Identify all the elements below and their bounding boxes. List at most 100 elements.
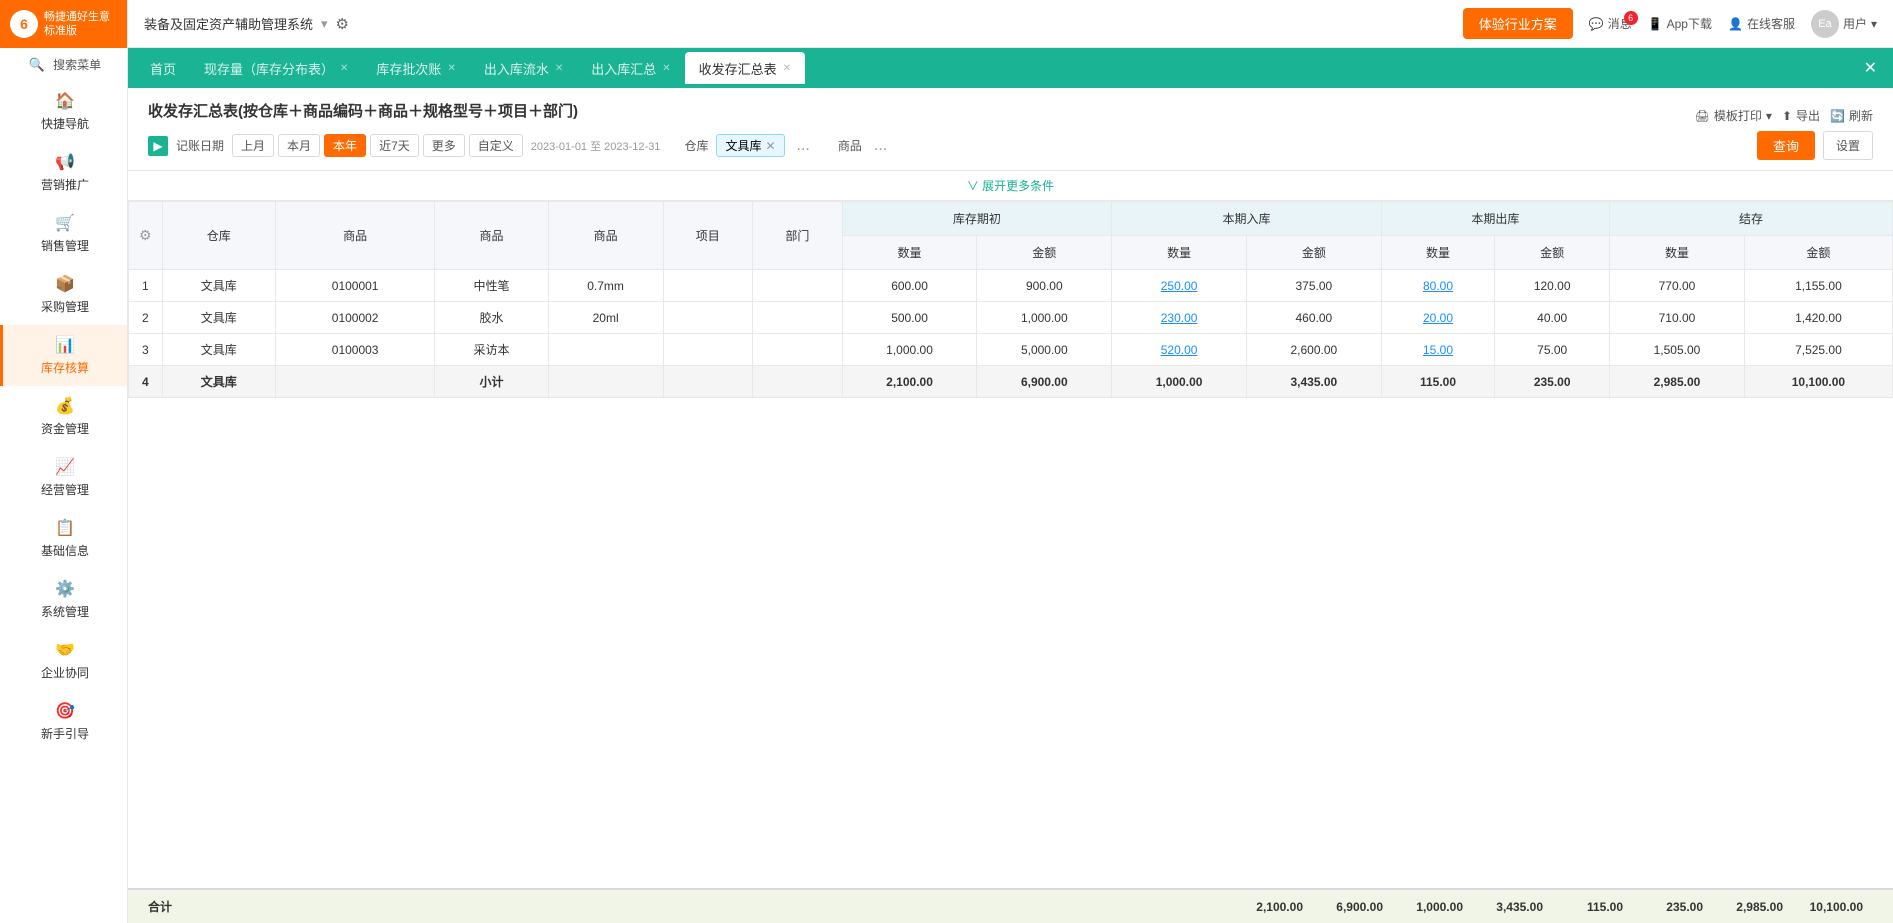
cell-closing-amt: 10,100.00 [1744,366,1892,398]
th-goods-code: 商品 [276,202,435,270]
cell-closing-amt: 1,155.00 [1744,270,1892,302]
trial-button[interactable]: 体验行业方案 [1463,8,1573,39]
app-download-item[interactable]: 📱 App下载 [1648,15,1712,32]
sidebar-item-newbie[interactable]: 🎯 新手引导 [0,691,127,752]
newbie-icon: 🎯 [55,701,75,721]
operations-icon: 📈 [55,457,75,477]
sidebar-item-inventory[interactable]: 📊 库存核算 [0,325,127,386]
goods-more-btn[interactable]: ... [870,137,891,155]
filter-actions: 查询 设置 [1757,131,1873,160]
refresh-btn[interactable]: 🔄 刷新 [1830,107,1873,124]
system-name-label: 装备及固定资产辅助管理系统 [144,14,313,33]
cell-out-qty[interactable]: 15.00 [1381,334,1495,366]
sidebar-item-finance[interactable]: 💰 资金管理 [0,386,127,447]
filter-collapse-btn[interactable]: ▶ [148,136,168,156]
tab-close-batch[interactable]: ✕ [447,63,455,74]
btn-custom[interactable]: 自定义 [469,134,523,157]
avatar: Ea [1811,10,1839,38]
print-template-btn[interactable]: 🖨 模板打印 ▾ [1695,107,1772,124]
footer-outbound-amt: 235.00 [1633,900,1713,914]
cell-no: 2 [129,302,163,334]
expand-icon: ∨ [967,179,982,193]
cell-in-qty[interactable]: 1,000.00 [1112,366,1247,398]
sidebar-item-basic[interactable]: 📋 基础信息 [0,508,127,569]
home-icon: 🏠 [55,91,75,111]
footer-inbound-amt: 3,435.00 [1473,900,1553,914]
btn-recent7[interactable]: 近7天 [370,134,419,157]
cell-warehouse: 文具库 [162,334,275,366]
th-inbound-amt: 金额 [1246,236,1381,270]
sidebar-item-purchase[interactable]: 📦 采购管理 [0,264,127,325]
warehouse-label: 仓库 [684,137,708,154]
btn-this-year[interactable]: 本年 [324,134,366,157]
th-inbound-qty: 数量 [1112,236,1247,270]
cell-in-qty[interactable]: 230.00 [1112,302,1247,334]
cell-no: 1 [129,270,163,302]
sidebar-nav: 🔍 搜索菜单 🏠 快捷导航 📢 营销推广 🛒 销售管理 📦 采购管理 📊 库存核… [0,48,127,923]
tab-receive-summary[interactable]: 收发存汇总表 ✕ [685,52,805,84]
sidebar-item-marketing[interactable]: 📢 营销推广 [0,142,127,203]
cell-out-amt: 40.00 [1495,302,1610,334]
cell-opening-qty: 500.00 [842,302,977,334]
set-button[interactable]: 设置 [1823,131,1873,160]
tab-batch[interactable]: 库存批次账 ✕ [362,52,469,84]
th-goods-name: 商品 [435,202,548,270]
cell-out-qty[interactable]: 80.00 [1381,270,1495,302]
tab-stock-dist[interactable]: 现存量（库存分布表） ✕ [190,52,362,84]
tab-home[interactable]: 首页 [136,52,190,84]
tabbar-close-all[interactable]: ✕ [1856,58,1885,78]
warehouse-more-btn[interactable]: ... [793,137,814,155]
online-service-item[interactable]: 👤 在线客服 [1728,15,1795,32]
basic-icon: 📋 [55,518,75,538]
btn-last-month[interactable]: 上月 [232,134,274,157]
btn-more[interactable]: 更多 [423,134,465,157]
system-dropdown-icon[interactable]: ▾ [321,16,328,32]
message-icon-item[interactable]: 💬 消息 6 [1589,15,1632,32]
tab-close-inout-summary[interactable]: ✕ [662,63,670,74]
cell-in-amt: 3,435.00 [1246,366,1381,398]
sidebar-item-search[interactable]: 🔍 搜索菜单 [0,48,127,81]
cell-spec [548,366,663,398]
sidebar: 6 畅捷通好生意 标准版 🔍 搜索菜单 🏠 快捷导航 📢 营销推广 🛒 销售管理… [0,0,128,923]
cell-project [663,270,753,302]
printer-icon: 🖨 [1695,109,1710,123]
tab-inout-summary[interactable]: 出入库汇总 ✕ [577,52,684,84]
tab-close-inout-flow[interactable]: ✕ [555,63,563,74]
tab-inout-flow[interactable]: 出入库流水 ✕ [470,52,577,84]
warehouse-tag-close[interactable]: ✕ [765,139,775,153]
cell-in-qty[interactable]: 520.00 [1112,334,1247,366]
cell-out-qty[interactable]: 20.00 [1381,302,1495,334]
settings-icon[interactable]: ⚙ [336,15,349,33]
query-button[interactable]: 查询 [1757,131,1815,160]
sidebar-item-operations[interactable]: 📈 经营管理 [0,447,127,508]
cell-in-amt: 460.00 [1246,302,1381,334]
cell-in-qty[interactable]: 250.00 [1112,270,1247,302]
cell-warehouse: 文具库 [162,366,275,398]
th-settings[interactable]: ⚙ [129,202,163,270]
sidebar-item-collab[interactable]: 🤝 企业协同 [0,630,127,691]
warehouse-tag: 文具库 ✕ [716,134,784,157]
sidebar-item-system[interactable]: ⚙️ 系统管理 [0,569,127,630]
system-name-area: 装备及固定资产辅助管理系统 ▾ ⚙ [144,14,1451,33]
data-table-container: ⚙ 仓库 商品 商品 商品 项目 部门 库存期初 本期入库 本期出库 结存 [128,201,1893,888]
user-dropdown-icon: ▾ [1871,17,1877,31]
user-item[interactable]: Ea 用户 ▾ [1811,10,1877,38]
expand-more-btn[interactable]: ∨ 展开更多条件 [128,171,1893,201]
cell-no: 4 [129,366,163,398]
footer-label: 合计 [148,898,648,915]
table-row: 1文具库0100001中性笔0.7mm600.00900.00250.00375… [129,270,1893,302]
tab-close-stock-dist[interactable]: ✕ [340,63,348,74]
purchase-icon: 📦 [55,274,75,294]
cell-no: 3 [129,334,163,366]
export-btn[interactable]: ⬆ 导出 [1782,107,1820,124]
sidebar-item-quicknav[interactable]: 🏠 快捷导航 [0,81,127,142]
table-row: 4文具库小计2,100.006,900.001,000.003,435.0011… [129,366,1893,398]
tab-close-receive-summary[interactable]: ✕ [783,63,791,74]
main-area: 装备及固定资产辅助管理系统 ▾ ⚙ 体验行业方案 💬 消息 6 📱 App下载 … [128,0,1893,923]
cell-out-qty[interactable]: 115.00 [1381,366,1495,398]
btn-this-month[interactable]: 本月 [278,134,320,157]
cell-name: 采访本 [435,334,548,366]
gear-icon[interactable]: ⚙ [139,227,152,243]
sidebar-item-sales[interactable]: 🛒 销售管理 [0,203,127,264]
cell-code: 0100003 [276,334,435,366]
